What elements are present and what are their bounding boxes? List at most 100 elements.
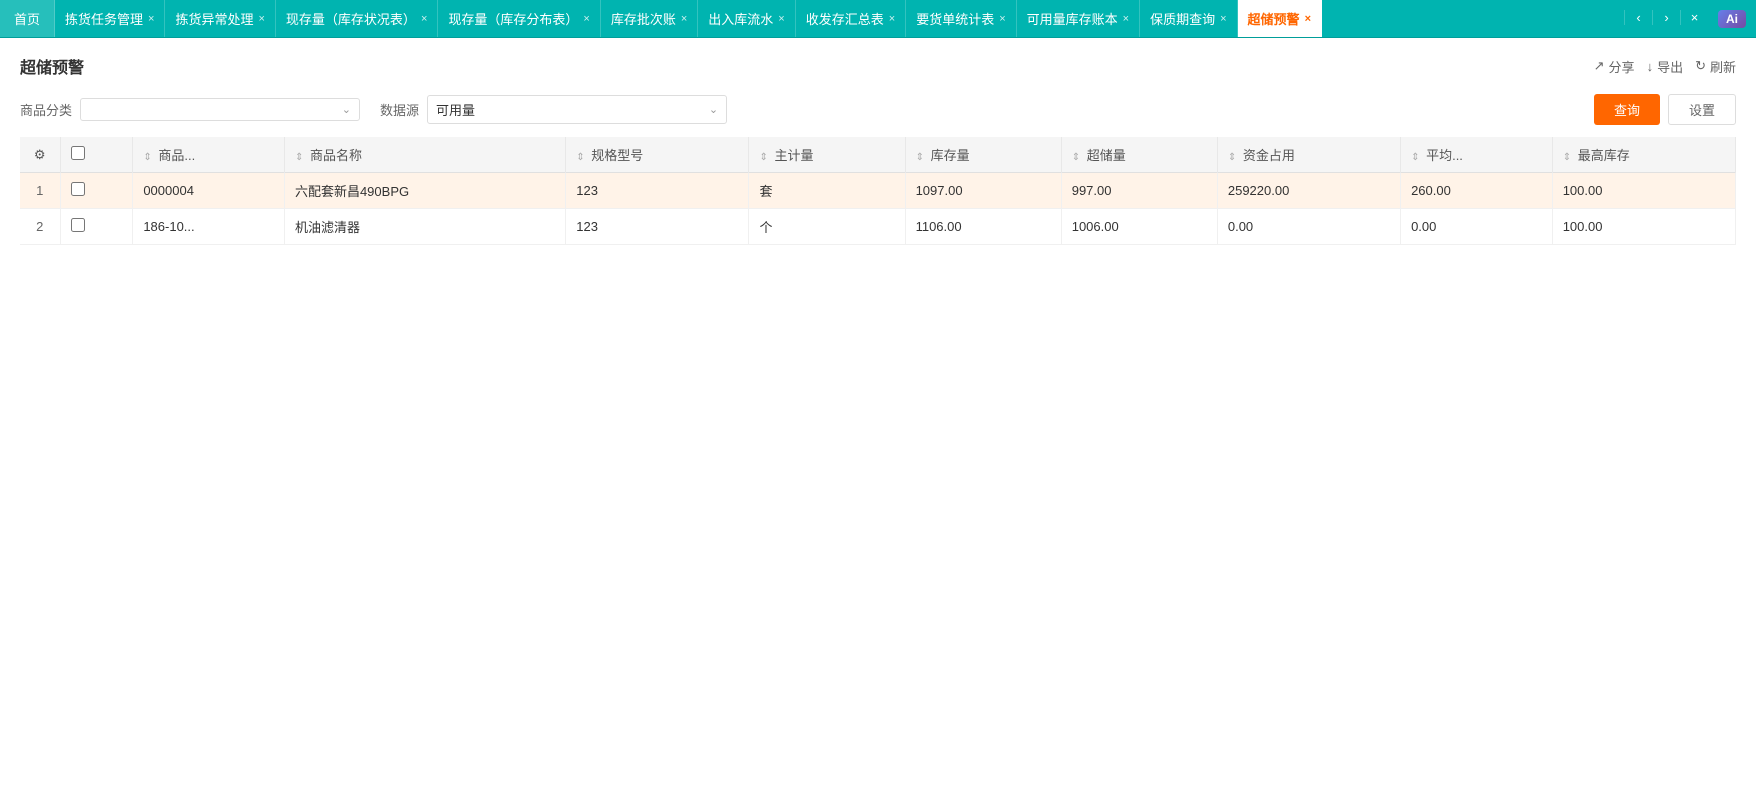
row-product-name: 六配套新昌490BPG — [284, 173, 565, 209]
sort-icon: ⇕ — [1563, 152, 1571, 163]
nav-close-7[interactable]: × — [889, 13, 895, 25]
sort-icon: ⇕ — [759, 152, 767, 163]
row-product-code: 186-10... — [133, 209, 285, 245]
nav-close-6[interactable]: × — [778, 13, 784, 25]
query-button[interactable]: 查询 — [1594, 94, 1660, 125]
datasource-value: 可用量 — [436, 100, 475, 119]
refresh-icon: ↻ — [1695, 58, 1706, 74]
sort-icon: ⇕ — [576, 152, 584, 163]
nav-close-1[interactable]: × — [148, 13, 154, 25]
row-overstock: 1006.00 — [1061, 209, 1217, 245]
sort-icon: ⇕ — [916, 152, 924, 163]
row-unit: 套 — [749, 173, 905, 209]
settings-button[interactable]: 设置 — [1668, 94, 1736, 125]
nav-item-9[interactable]: 可用量库存账本 × — [1017, 0, 1140, 37]
share-button[interactable]: ↗ 分享 — [1594, 57, 1635, 76]
col-max-stock[interactable]: ⇕ 最高库存 — [1552, 137, 1735, 173]
row-checkbox-cell — [60, 173, 133, 209]
col-product-name[interactable]: ⇕ 商品名称 — [284, 137, 565, 173]
sort-icon: ⇕ — [1411, 152, 1419, 163]
nav-close-5[interactable]: × — [681, 13, 687, 25]
nav-close-8[interactable]: × — [999, 13, 1005, 25]
nav-close-9[interactable]: × — [1123, 13, 1129, 25]
col-product-code[interactable]: ⇕ 商品... — [133, 137, 285, 173]
row-spec: 123 — [566, 209, 749, 245]
row-spec: 123 — [566, 173, 749, 209]
sort-icon: ⇕ — [1072, 152, 1080, 163]
nav-arrow-left[interactable]: ‹ — [1624, 10, 1652, 25]
row-capital: 259220.00 — [1217, 173, 1400, 209]
sort-icon: ⇕ — [143, 152, 151, 163]
checkbox-col-header — [60, 137, 133, 173]
settings-col-header: ⚙ — [20, 137, 60, 173]
settings-icon[interactable]: ⚙ — [34, 147, 46, 162]
nav-item-1[interactable]: 拣货任务管理 × — [55, 0, 165, 37]
row-unit: 个 — [749, 209, 905, 245]
row-max-stock: 100.00 — [1552, 209, 1735, 245]
datasource-filter-group: 数据源 可用量 ⌄ — [380, 95, 727, 124]
col-stock[interactable]: ⇕ 库存量 — [905, 137, 1061, 173]
nav-close-10[interactable]: × — [1220, 13, 1226, 25]
row-stock: 1097.00 — [905, 173, 1061, 209]
filter-actions: 查询 设置 — [1594, 94, 1736, 125]
row-avg: 0.00 — [1401, 209, 1553, 245]
row-seq: 2 — [20, 209, 60, 245]
table-header: ⚙ ⇕ 商品... ⇕ 商品名称 ⇕ 规格型号 ⇕ — [20, 137, 1736, 173]
filter-area: 商品分类 ⌄ 数据源 可用量 ⌄ 查询 设置 — [20, 94, 1736, 125]
datasource-label: 数据源 — [380, 100, 419, 119]
row-product-code: 0000004 — [133, 173, 285, 209]
table-body: 1 0000004 六配套新昌490BPG 123 套 1097.00 997.… — [20, 173, 1736, 245]
share-icon: ↗ — [1594, 58, 1605, 74]
export-icon: ↓ — [1647, 59, 1654, 74]
nav-item-4[interactable]: 现存量（库存分布表） × — [438, 0, 600, 37]
row-checkbox[interactable] — [71, 182, 85, 196]
select-all-checkbox[interactable] — [71, 146, 85, 160]
nav-item-7[interactable]: 收发存汇总表 × — [796, 0, 906, 37]
table-row: 2 186-10... 机油滤清器 123 个 1106.00 1006.00 … — [20, 209, 1736, 245]
nav-arrow-close[interactable]: × — [1680, 10, 1708, 25]
datasource-select[interactable]: 可用量 ⌄ — [427, 95, 727, 124]
nav-item-10[interactable]: 保质期查询 × — [1140, 0, 1237, 37]
nav-item-3[interactable]: 现存量（库存状况表） × — [276, 0, 438, 37]
nav-close-11[interactable]: × — [1305, 13, 1311, 25]
row-checkbox[interactable] — [71, 218, 85, 232]
nav-close-4[interactable]: × — [583, 13, 589, 25]
category-chevron-icon: ⌄ — [342, 103, 351, 116]
category-select[interactable]: ⌄ — [80, 98, 360, 121]
datasource-chevron-icon: ⌄ — [709, 103, 718, 116]
nav-item-5[interactable]: 库存批次账 × — [601, 0, 698, 37]
row-checkbox-cell — [60, 209, 133, 245]
row-seq: 1 — [20, 173, 60, 209]
nav-arrow-right[interactable]: › — [1652, 10, 1680, 25]
nav-item-8[interactable]: 要货单统计表 × — [906, 0, 1016, 37]
col-overstock[interactable]: ⇕ 超储量 — [1061, 137, 1217, 173]
header-actions: ↗ 分享 ↓ 导出 ↻ 刷新 — [1594, 57, 1736, 76]
row-product-name: 机油滤清器 — [284, 209, 565, 245]
nav-item-11[interactable]: 超储预警 × — [1238, 0, 1322, 37]
col-spec[interactable]: ⇕ 规格型号 — [566, 137, 749, 173]
nav-close-2[interactable]: × — [258, 13, 264, 25]
row-overstock: 997.00 — [1061, 173, 1217, 209]
nav-item-2[interactable]: 拣货异常处理 × — [165, 0, 275, 37]
row-max-stock: 100.00 — [1552, 173, 1735, 209]
page-content: 超储预警 ↗ 分享 ↓ 导出 ↻ 刷新 商品分类 ⌄ — [0, 38, 1756, 800]
col-unit[interactable]: ⇕ 主计量 — [749, 137, 905, 173]
refresh-button[interactable]: ↻ 刷新 — [1695, 57, 1736, 76]
category-label: 商品分类 — [20, 100, 72, 119]
page-title: 超储预警 — [20, 54, 84, 78]
sort-icon: ⇕ — [1228, 152, 1236, 163]
col-avg[interactable]: ⇕ 平均... — [1401, 137, 1553, 173]
page-header: 超储预警 ↗ 分享 ↓ 导出 ↻ 刷新 — [20, 54, 1736, 78]
data-table: ⚙ ⇕ 商品... ⇕ 商品名称 ⇕ 规格型号 ⇕ — [20, 137, 1736, 245]
top-navigation: 首页 拣货任务管理 × 拣货异常处理 × 现存量（库存状况表） × 现存量（库存… — [0, 0, 1756, 38]
row-avg: 260.00 — [1401, 173, 1553, 209]
table-row: 1 0000004 六配套新昌490BPG 123 套 1097.00 997.… — [20, 173, 1736, 209]
col-capital[interactable]: ⇕ 资金占用 — [1217, 137, 1400, 173]
nav-home[interactable]: 首页 — [0, 0, 55, 37]
row-capital: 0.00 — [1217, 209, 1400, 245]
ai-badge: Ai — [1718, 10, 1746, 28]
nav-item-6[interactable]: 出入库流水 × — [698, 0, 795, 37]
nav-close-3[interactable]: × — [421, 13, 427, 25]
category-filter-group: 商品分类 ⌄ — [20, 98, 360, 121]
export-button[interactable]: ↓ 导出 — [1647, 57, 1684, 76]
